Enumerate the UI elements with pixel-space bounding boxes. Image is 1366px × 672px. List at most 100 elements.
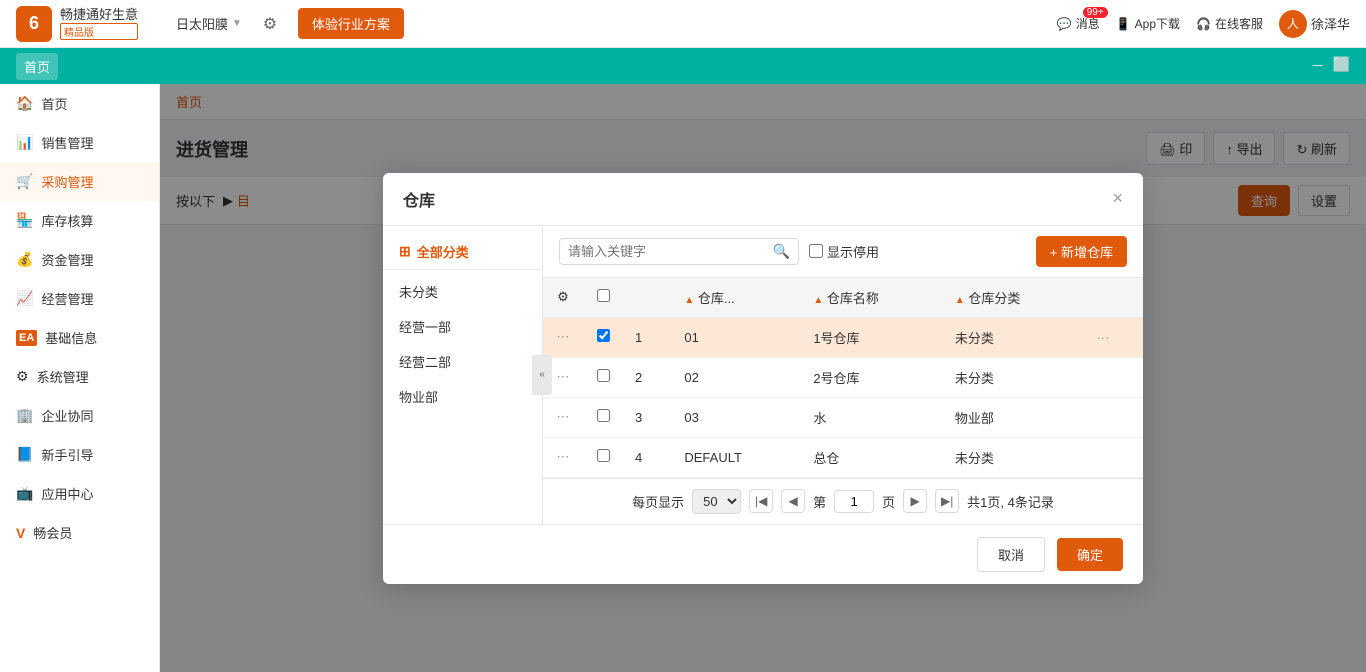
logo-icon: 6 xyxy=(16,6,52,42)
enterprise-icon: 🏢 xyxy=(16,407,33,424)
app-download[interactable]: 📱 App下载 xyxy=(1116,15,1180,32)
row-category: 未分类 xyxy=(943,317,1085,357)
sidebar-label-home: 首页 xyxy=(41,94,67,113)
sidebar-item-apps[interactable]: 📺 应用中心 xyxy=(0,474,159,513)
row-more[interactable]: ··· xyxy=(1084,317,1143,357)
table-row[interactable]: ⋯ 1 01 1号仓库 未分类 ··· xyxy=(543,317,1143,357)
system-icon: ⚙ xyxy=(16,368,29,385)
header-right: 💬 消息 99+ 📱 App下载 🎧 在线客服 人 徐泽华 xyxy=(1057,10,1350,38)
row-gear: ⋯ xyxy=(543,397,583,437)
sidebar-label-operations: 经营管理 xyxy=(41,289,93,308)
row-index: 1 xyxy=(623,317,672,357)
store-selector[interactable]: 日太阳膜 ▼ xyxy=(176,14,242,33)
modal-sidebar-unclassified[interactable]: 未分类 xyxy=(383,274,542,309)
sub-header-home[interactable]: 首页 xyxy=(16,53,58,80)
row-checkbox[interactable] xyxy=(597,449,610,462)
search-icon: 🔍 xyxy=(773,243,790,260)
sidebar-item-vip[interactable]: V 畅会员 xyxy=(0,513,159,552)
online-service[interactable]: 🎧 在线客服 xyxy=(1196,15,1263,32)
table-row[interactable]: ⋯ 2 02 2号仓库 未分类 xyxy=(543,357,1143,397)
headset-icon: 🎧 xyxy=(1196,17,1211,31)
col-header-gear: ⚙ xyxy=(543,278,583,318)
table-row[interactable]: ⋯ 3 03 水 物业部 xyxy=(543,397,1143,437)
table-row[interactable]: ⋯ 4 DEFAULT 总仓 未分类 xyxy=(543,437,1143,477)
basics-icon: EA xyxy=(16,330,37,346)
notification-area[interactable]: 💬 消息 99+ xyxy=(1057,15,1100,32)
maximize-icon[interactable]: ⬜ xyxy=(1333,56,1350,76)
sidebar-item-operations[interactable]: 📈 经营管理 xyxy=(0,279,159,318)
sidebar-label-basics: 基础信息 xyxy=(45,328,97,347)
search-input[interactable] xyxy=(568,244,773,259)
show-disabled-area: 显示停用 xyxy=(809,242,879,261)
sidebar-label-system: 系统管理 xyxy=(37,367,89,386)
sidebar-item-inventory[interactable]: 🏪 库存核算 xyxy=(0,201,159,240)
inventory-icon: 🏪 xyxy=(16,212,33,229)
minimize-icon[interactable]: － xyxy=(1311,56,1325,76)
modal-sidebar-property[interactable]: 物业部 xyxy=(383,379,542,414)
row-checkbox[interactable] xyxy=(597,409,610,422)
col-header-actions xyxy=(1084,278,1143,318)
page-input[interactable] xyxy=(834,490,874,513)
pagination-bar: 每页显示 50 |◀ ◀ 第 页 ▶ ▶| 共1页, 4条记录 xyxy=(543,478,1143,524)
first-page-button[interactable]: |◀ xyxy=(749,489,773,513)
modal-sidebar: ⊞ 全部分类 未分类 经营一部 经营二部 物业部 « xyxy=(383,226,543,524)
sidebar-label-vip: 畅会员 xyxy=(33,523,72,542)
row-code: DEFAULT xyxy=(672,437,801,477)
brand-name: 畅捷通好生意 xyxy=(60,7,138,24)
warehouse-table: ⚙ ▲ 仓库... ▲ 仓库名称 ▲ 仓库分类 ⋯ 1 01 1号仓库 未分类 … xyxy=(543,278,1143,478)
row-name: 1号仓库 xyxy=(801,317,943,357)
per-page-select[interactable]: 50 xyxy=(692,489,741,514)
modal-header: 仓库 × xyxy=(383,173,1143,226)
row-index: 3 xyxy=(623,397,672,437)
sidebar-label-enterprise: 企业协同 xyxy=(41,406,93,425)
sidebar-item-basics[interactable]: EA 基础信息 xyxy=(0,318,159,357)
modal-toolbar: 🔍 显示停用 + 新增仓库 xyxy=(543,226,1143,278)
row-check xyxy=(583,357,623,397)
modal-sidebar-header[interactable]: ⊞ 全部分类 xyxy=(383,234,542,270)
modal-body: ⊞ 全部分类 未分类 经营一部 经营二部 物业部 « xyxy=(383,226,1143,524)
prev-page-button[interactable]: ◀ xyxy=(781,489,805,513)
sidebar-item-system[interactable]: ⚙ 系统管理 xyxy=(0,357,159,396)
row-checkbox[interactable] xyxy=(597,369,610,382)
settings-icon[interactable]: ⚙ xyxy=(254,8,286,40)
last-page-button[interactable]: ▶| xyxy=(935,489,959,513)
top-header: 6 畅捷通好生意 精品版 日太阳膜 ▼ ⚙ 体验行业方案 💬 消息 99+ 📱 … xyxy=(0,0,1366,48)
brand-badge: 精品版 xyxy=(60,23,138,40)
collapse-sidebar-button[interactable]: « xyxy=(532,355,552,395)
main-content: 首页 进货管理 🖨 印 ↑ 导出 ↻ 刷新 按以下 ▶ 目 查询 设置 xyxy=(160,84,1366,672)
search-box[interactable]: 🔍 xyxy=(559,238,799,265)
avatar: 人 xyxy=(1279,10,1307,38)
confirm-button[interactable]: 确定 xyxy=(1057,538,1123,571)
logo-area: 6 畅捷通好生意 精品版 xyxy=(16,6,176,42)
notification-badge: 99+ xyxy=(1083,7,1108,18)
row-code: 03 xyxy=(672,397,801,437)
modal-close-button[interactable]: × xyxy=(1112,188,1123,209)
row-check xyxy=(583,317,623,357)
sidebar-item-purchase[interactable]: 🛒 采购管理 xyxy=(0,162,159,201)
select-all-checkbox[interactable] xyxy=(597,289,610,302)
notification-icon: 💬 xyxy=(1057,17,1072,31)
show-disabled-checkbox[interactable] xyxy=(809,244,823,258)
user-menu[interactable]: 人 徐泽华 xyxy=(1279,10,1350,38)
cancel-button[interactable]: 取消 xyxy=(977,537,1045,572)
sidebar-item-guide[interactable]: 📘 新手引导 xyxy=(0,435,159,474)
sidebar-item-finance[interactable]: 💰 资金管理 xyxy=(0,240,159,279)
sidebar-item-sales[interactable]: 📊 销售管理 xyxy=(0,123,159,162)
row-index: 2 xyxy=(623,357,672,397)
operations-icon: 📈 xyxy=(16,290,33,307)
row-name: 总仓 xyxy=(801,437,943,477)
next-page-button[interactable]: ▶ xyxy=(903,489,927,513)
store-name: 日太阳膜 xyxy=(176,14,228,33)
sidebar-item-enterprise[interactable]: 🏢 企业协同 xyxy=(0,396,159,435)
row-category: 物业部 xyxy=(943,397,1085,437)
guide-icon: 📘 xyxy=(16,446,33,463)
modal-sidebar-all-label: 全部分类 xyxy=(417,242,469,261)
trial-button[interactable]: 体验行业方案 xyxy=(298,8,404,39)
modal-sidebar-ops1[interactable]: 经营一部 xyxy=(383,309,542,344)
add-warehouse-button[interactable]: + 新增仓库 xyxy=(1036,236,1127,267)
modal-sidebar-ops2[interactable]: 经营二部 xyxy=(383,344,542,379)
row-checkbox[interactable] xyxy=(597,329,610,342)
sidebar-item-home[interactable]: 🏠 首页 xyxy=(0,84,159,123)
sidebar-label-guide: 新手引导 xyxy=(41,445,93,464)
page-label: 第 xyxy=(813,492,826,511)
